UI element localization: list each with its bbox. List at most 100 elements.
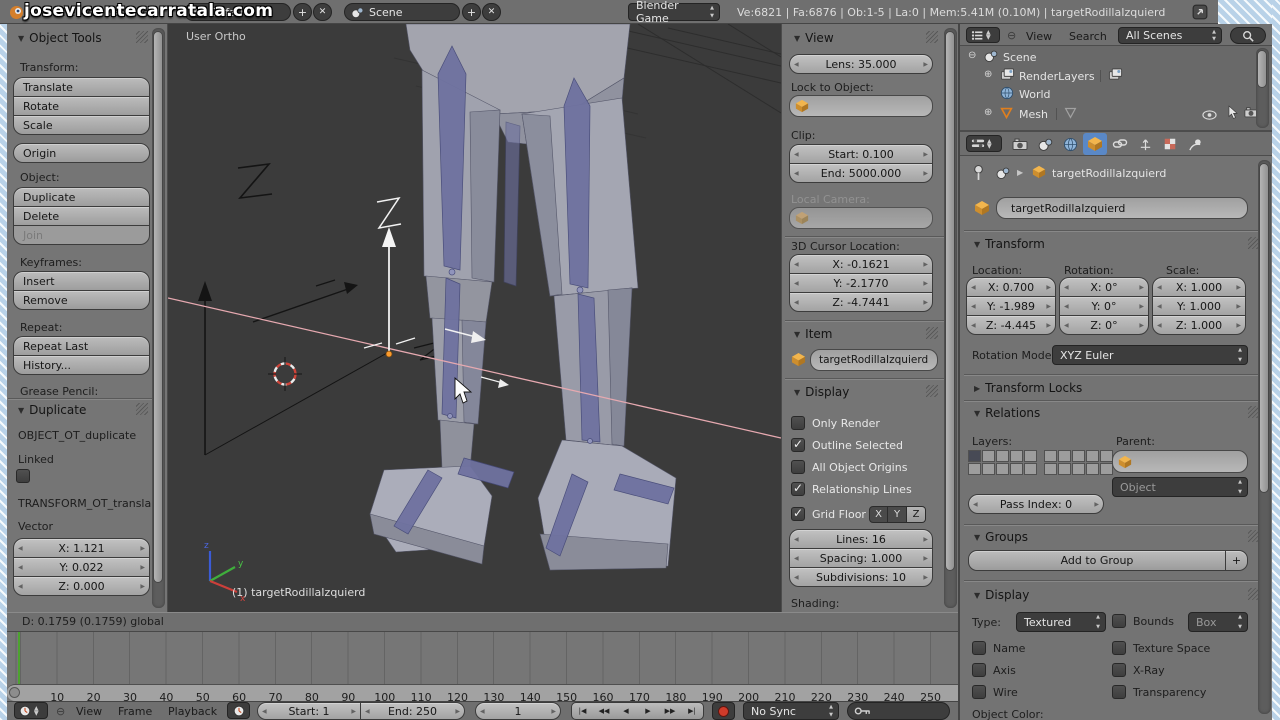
pin-icon[interactable] [972, 164, 985, 181]
grid-floor-checkbox[interactable] [791, 506, 805, 521]
scene-selector[interactable]: Scene [344, 3, 460, 21]
outliner-item-world[interactable]: World [1019, 88, 1051, 101]
current-frame-field[interactable]: 1 [475, 702, 561, 720]
grid-lines-field[interactable]: Lines: 16 [789, 529, 933, 549]
texture-space-checkbox[interactable] [1112, 641, 1126, 655]
grid-axis-z-toggle[interactable]: Z [907, 506, 926, 523]
engine-select[interactable]: Blender Game [628, 0, 720, 25]
layer-cell[interactable] [1086, 463, 1099, 475]
tab-world[interactable] [1058, 133, 1082, 155]
breadcrumb-object-name[interactable]: targetRodillaIzquierd [1052, 167, 1166, 180]
layer-cell[interactable] [1044, 463, 1057, 475]
panel-header-object-tools[interactable]: Object Tools [18, 31, 101, 45]
xray-checkbox[interactable] [1112, 663, 1126, 677]
layer-cell[interactable] [1100, 463, 1113, 475]
outliner-search-button[interactable] [1230, 27, 1266, 44]
viewport-3d[interactable]: z y x User Ortho (1) targetRodillaIzquie… [168, 24, 781, 612]
vector-y-field[interactable]: Y: 0.022 [13, 557, 150, 577]
outline-selected-checkbox[interactable] [791, 437, 805, 452]
play-reverse-button[interactable]: ◀ [615, 702, 638, 720]
scene-add-button[interactable]: + [462, 3, 481, 21]
selectability-pointer-icon[interactable] [1228, 105, 1238, 120]
panel-resize-grip[interactable] [926, 385, 938, 397]
lens-field[interactable]: Lens: 35.000 [789, 54, 933, 74]
layer-cell[interactable] [1058, 450, 1071, 462]
linked-checkbox[interactable] [16, 469, 30, 483]
panel-header-display[interactable]: Display [974, 588, 1029, 602]
outliner-item-mesh[interactable]: Mesh [1019, 108, 1048, 121]
duplicate-button[interactable]: Duplicate [13, 187, 150, 207]
layer-cell[interactable] [1072, 450, 1085, 462]
vector-x-field[interactable]: X: 1.121 [13, 538, 150, 558]
grid-axis-y-toggle[interactable]: Y [888, 506, 907, 523]
grid-axis-x-toggle[interactable]: X [869, 506, 888, 523]
tab-object[interactable] [1083, 133, 1107, 155]
timeline-menu-playback[interactable]: Playback [168, 705, 217, 718]
outliner-item-scene[interactable]: Scene [1003, 51, 1037, 64]
properties-scrollbar-thumb[interactable] [1259, 163, 1269, 493]
collapse-menus-icon[interactable]: ⊖ [56, 705, 65, 718]
npanel-scrollbar-thumb[interactable] [945, 31, 955, 571]
timeline-ruler-strip[interactable]: 10 20 30 40 50 60 70 80 90 100 110 120 130 140 150 160 1… [7, 684, 958, 701]
jump-to-start-button[interactable]: |◀ [571, 702, 594, 720]
item-name-field[interactable]: targetRodillaIzquierd [810, 349, 938, 371]
axis-checkbox[interactable] [972, 663, 986, 677]
panel-header-view[interactable]: View [794, 31, 833, 45]
panel-header-display[interactable]: Display [794, 385, 849, 399]
next-keyframe-button[interactable]: ▶▶ [659, 702, 682, 720]
scale-z-field[interactable]: Z: 1.000 [1152, 315, 1246, 335]
sync-mode-select[interactable]: No Sync [743, 702, 839, 720]
parent-field[interactable] [1112, 450, 1248, 473]
scale-y-field[interactable]: Y: 1.000 [1152, 296, 1246, 316]
panel-resize-grip[interactable] [136, 31, 148, 43]
local-camera-field[interactable] [789, 207, 933, 229]
transparency-checkbox[interactable] [1112, 685, 1126, 699]
object-name-field[interactable]: targetRodillaIzquierd [996, 197, 1248, 219]
panel-header-item[interactable]: Item [794, 327, 832, 341]
tab-scene[interactable] [1033, 133, 1057, 155]
tab-constraints[interactable] [1108, 133, 1132, 155]
layer-cell[interactable] [996, 463, 1009, 475]
panel-resize-grip[interactable] [136, 403, 148, 415]
toolshelf-scrollbar-thumb[interactable] [153, 31, 163, 583]
scenes-filter-select[interactable]: All Scenes [1118, 27, 1222, 44]
layout-add-button[interactable]: + [293, 3, 312, 21]
prev-keyframe-button[interactable]: ◀◀ [593, 702, 616, 720]
scale-x-field[interactable]: X: 1.000 [1152, 277, 1246, 297]
scale-button[interactable]: Scale [13, 115, 150, 135]
add-to-group-button[interactable]: Add to Group [968, 550, 1226, 571]
only-render-checkbox[interactable] [791, 416, 805, 430]
location-y-field[interactable]: Y: -1.989 [966, 296, 1056, 316]
panel-header-transform[interactable]: Transform [974, 237, 1045, 251]
tree-expand-icon[interactable]: ⊕ [984, 69, 992, 80]
scene-close-button[interactable]: ✕ [482, 3, 501, 21]
time-toggle-button[interactable] [227, 702, 250, 719]
parent-type-select[interactable]: Object [1112, 477, 1248, 497]
outliner-menu-view[interactable]: View [1026, 30, 1052, 43]
outliner-item-renderlayers[interactable]: RenderLayers [1019, 70, 1095, 83]
translate-button[interactable]: Translate [13, 77, 150, 97]
clip-start-field[interactable]: Start: 0.100 [789, 144, 933, 164]
add-group-plus-button[interactable]: + [1226, 550, 1248, 571]
visibility-eye-icon[interactable] [1202, 110, 1217, 120]
rotate-button[interactable]: Rotate [13, 96, 150, 116]
rotation-y-field[interactable]: Y: 0° [1059, 296, 1149, 316]
tree-expand-icon[interactable]: ⊕ [984, 107, 992, 118]
jump-to-end-button[interactable]: ▶| [681, 702, 704, 720]
delete-button[interactable]: Delete [13, 206, 150, 226]
panel-header-duplicate[interactable]: Duplicate [18, 403, 86, 417]
bounds-type-select[interactable]: Box [1188, 612, 1248, 632]
cursor-x-field[interactable]: X: -0.1621 [789, 254, 933, 274]
layer-cell[interactable] [968, 450, 981, 462]
cursor-y-field[interactable]: Y: -2.1770 [789, 273, 933, 293]
frame-end-field[interactable]: End: 250 [361, 702, 465, 720]
timeline-menu-frame[interactable]: Frame [118, 705, 152, 718]
collapse-menus-icon[interactable]: ⊖ [1007, 29, 1016, 42]
layer-cell[interactable] [982, 450, 995, 462]
timeline-menu-view[interactable]: View [76, 705, 102, 718]
all-object-origins-checkbox[interactable] [791, 460, 805, 474]
location-z-field[interactable]: Z: -4.445 [966, 315, 1056, 335]
layer-cell[interactable] [1010, 450, 1023, 462]
timeline-region[interactable]: 10 20 30 40 50 60 70 80 90 100 110 120 130 140 150 160 1… [7, 632, 958, 701]
rotation-x-field[interactable]: X: 0° [1059, 277, 1149, 297]
